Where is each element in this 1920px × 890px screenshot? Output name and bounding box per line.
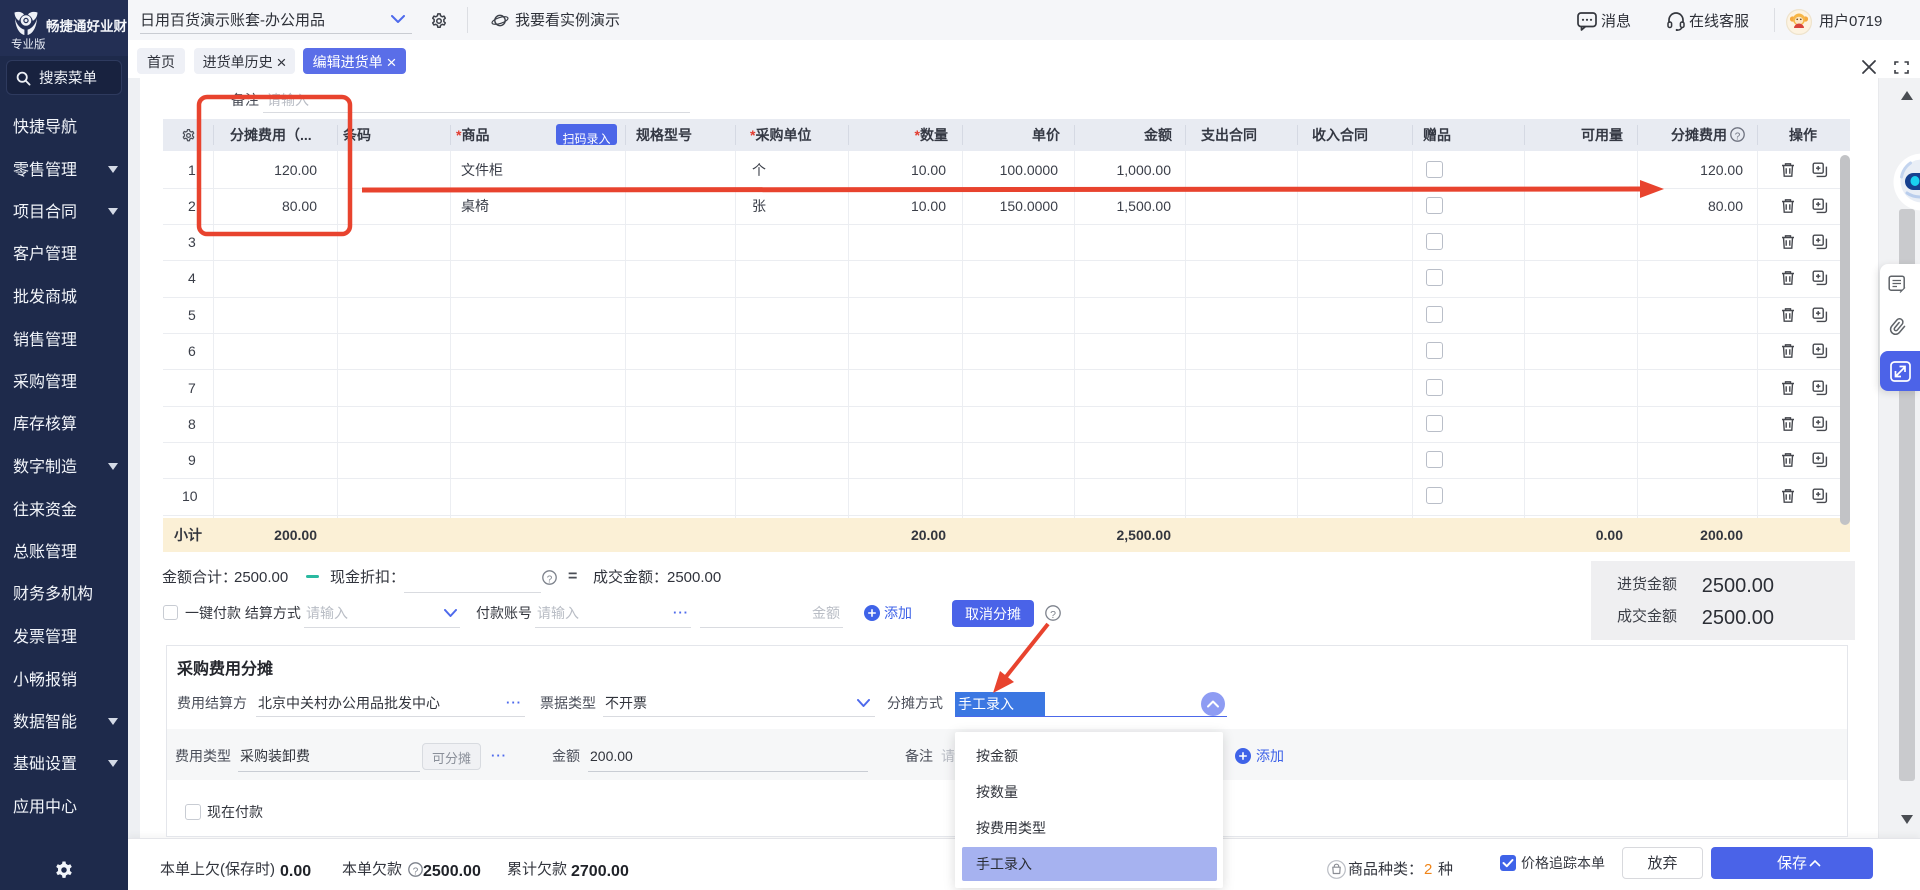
svg-text:?: ? — [546, 574, 552, 585]
svg-text:?: ? — [1734, 131, 1740, 142]
svg-text:?: ? — [1050, 609, 1056, 621]
svg-text:?: ? — [412, 866, 418, 877]
